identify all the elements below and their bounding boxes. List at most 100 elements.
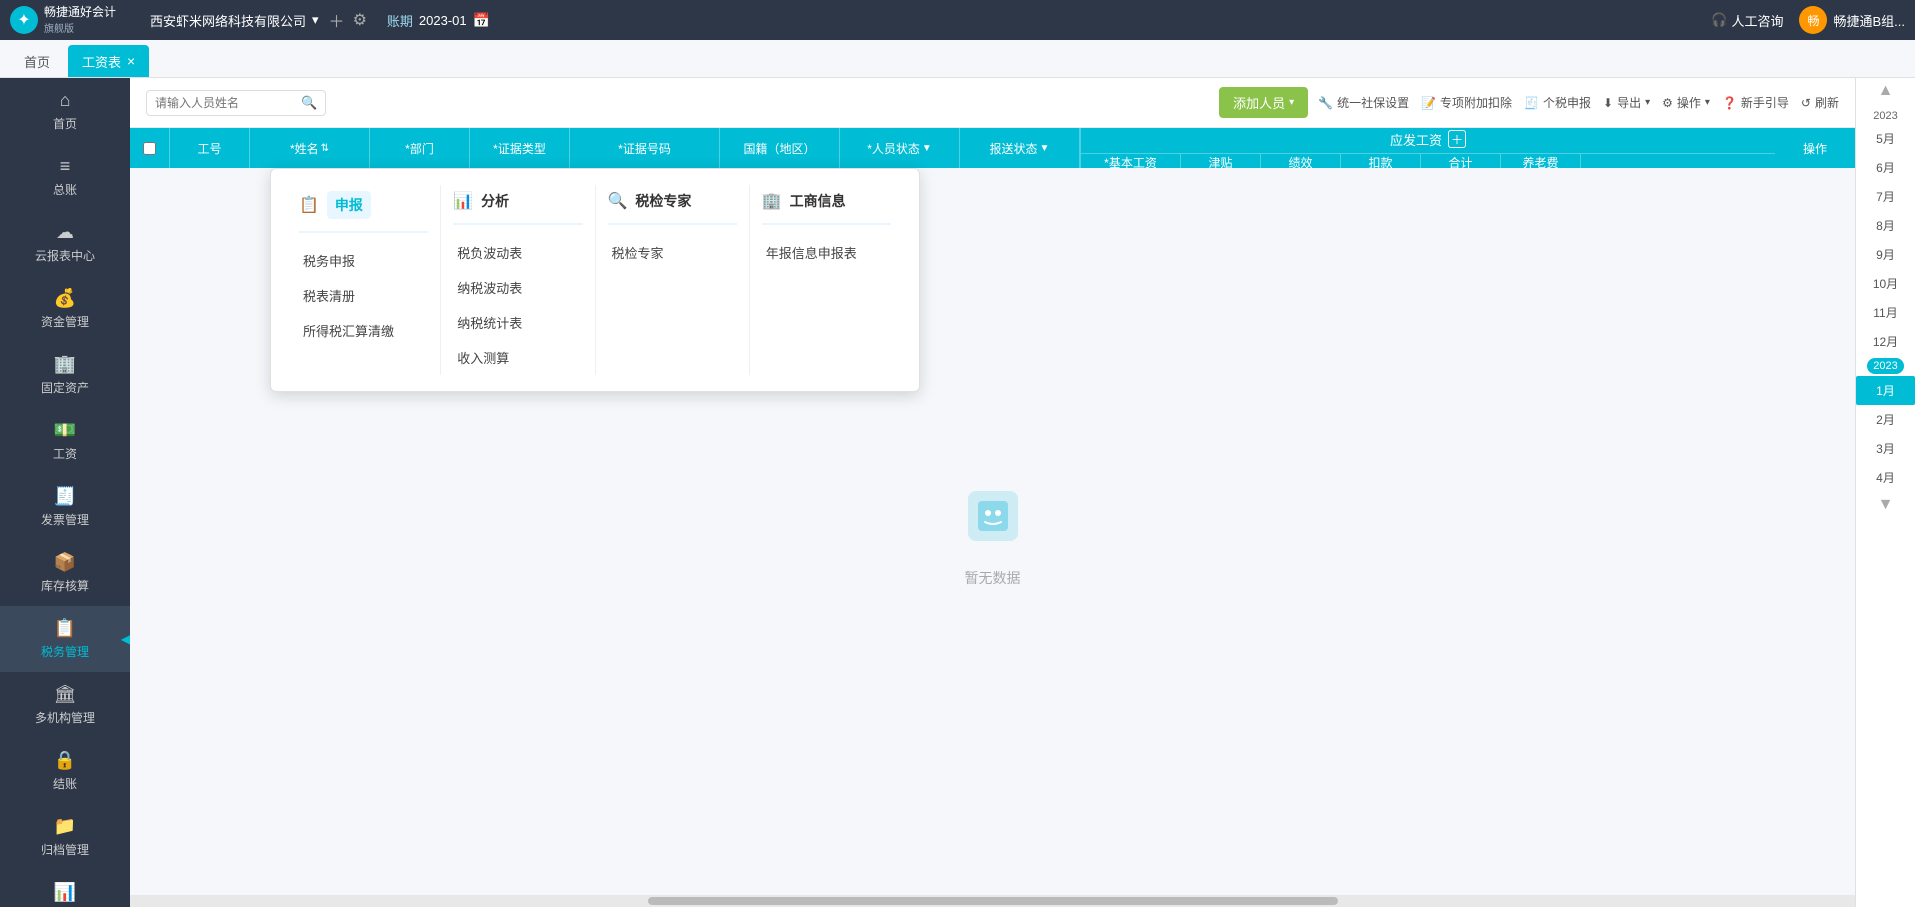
sidebar-item-invoice[interactable]: 🧾 发票管理 [0, 474, 130, 540]
settings-icon[interactable]: ⚙ [353, 10, 367, 30]
sidebar-item-archive[interactable]: 📁 归档管理 [0, 804, 130, 870]
scroll-bar-thumb[interactable] [648, 897, 1338, 905]
menu-item-annual-report[interactable]: 年报信息申报表 [762, 235, 891, 270]
th-report: 报送状态 ▼ [960, 128, 1080, 168]
personal-tax-btn[interactable]: 🧾 个税申报 [1524, 94, 1591, 111]
th-name-sort-icon[interactable]: ⇅ [321, 143, 329, 154]
sidebar-item-fixed-assets[interactable]: 🏢 固定资产 [0, 342, 130, 408]
scroll-bar[interactable] [130, 895, 1855, 907]
tab-close-icon[interactable]: × [127, 53, 135, 69]
special-deduction-btn[interactable]: 📝 专项附加扣除 [1421, 94, 1512, 111]
add-salary-col-icon[interactable]: ＋ [1448, 130, 1466, 148]
declare-section-icon: 📋 [299, 195, 319, 215]
sidebar-item-ledger[interactable]: ≡ 总账 [0, 144, 130, 210]
menu-item-income-estimate[interactable]: 收入测算 [453, 340, 582, 375]
empty-icon [953, 476, 1033, 556]
operations-icon: ⚙ [1662, 96, 1673, 110]
add-company-icon[interactable]: ＋ [329, 8, 345, 32]
export-btn[interactable]: ⬇ 导出 ▾ [1603, 94, 1650, 111]
add-person-button[interactable]: 添加人员 ▾ [1219, 87, 1308, 118]
guide-new-btn[interactable]: ❓ 新手引导 [1722, 94, 1789, 111]
company-selector[interactable]: 西安虾米网络科技有限公司 ▾ [150, 11, 319, 30]
operations-btn[interactable]: ⚙ 操作 ▾ [1662, 94, 1710, 111]
dropdown-menu: 📋 申报 税务申报 税表清册 所得税汇算清缴 📊 分析 税负波动表 纳税波动表 … [270, 168, 920, 392]
sidebar-item-multi-org[interactable]: 🏛 多机构管理 [0, 672, 130, 738]
sidebar-label-close: 结账 [53, 775, 77, 792]
th-dept: *部门 [370, 128, 470, 168]
cal-month-jun[interactable]: 6月 [1856, 153, 1915, 182]
search-icon[interactable]: 🔍 [301, 95, 317, 111]
sidebar-label-multi: 多机构管理 [35, 709, 95, 726]
cloud-icon: ☁ [56, 222, 74, 243]
section-header-declare: 📋 申报 [299, 185, 428, 233]
section-header-taxcheck: 🔍 税检专家 [608, 185, 737, 225]
th-id: 工号 [170, 128, 250, 168]
tab-salary[interactable]: 工资表 × [68, 45, 149, 77]
cal-nav-up[interactable]: ▲ [1878, 78, 1894, 104]
service-label: 人工咨询 [1731, 11, 1783, 30]
cal-month-feb[interactable]: 2月 [1856, 405, 1915, 434]
cal-month-oct[interactable]: 10月 [1856, 269, 1915, 298]
sidebar-item-home[interactable]: ⌂ 首页 [0, 78, 130, 144]
th-ops: 操作 [1775, 128, 1855, 168]
menu-item-income-tax-settlement[interactable]: 所得税汇算清缴 [299, 313, 428, 348]
guide-new-icon: ❓ [1722, 96, 1737, 110]
select-all-checkbox[interactable] [143, 142, 156, 155]
menu-item-tax-burden-fluctuation[interactable]: 税负波动表 [453, 235, 582, 270]
headset-icon: 🎧 [1711, 12, 1727, 28]
sidebar-label-inventory: 库存核算 [41, 577, 89, 594]
chevron-down-icon: ▾ [312, 12, 319, 28]
tab-home[interactable]: 首页 [10, 45, 64, 77]
sidebar-item-tax-mgmt[interactable]: 📋 税务管理 ◀ [0, 606, 130, 672]
fund-icon: 💰 [54, 288, 76, 309]
menu-item-taxcheck-expert[interactable]: 税检专家 [608, 235, 737, 270]
search-box: 🔍 [146, 90, 326, 116]
cal-month-jul[interactable]: 7月 [1856, 182, 1915, 211]
export-chevron-icon: ▾ [1645, 97, 1650, 108]
th-checkbox-col[interactable] [130, 128, 170, 168]
cal-month-nov[interactable]: 11月 [1856, 298, 1915, 327]
cal-month-jan-active[interactable]: 1月 [1856, 376, 1915, 405]
social-security-btn[interactable]: 🔧 统一社保设置 [1318, 94, 1409, 111]
th-report-filter-icon[interactable]: ▼ [1040, 143, 1050, 154]
search-input[interactable] [155, 96, 295, 110]
cal-month-apr[interactable]: 4月 [1856, 463, 1915, 492]
menu-item-tax-statistics[interactable]: 纳税统计表 [453, 305, 582, 340]
th-country: 国籍（地区） [720, 128, 840, 168]
cal-nav-down[interactable]: ▼ [1878, 492, 1894, 518]
empty-text: 暂无数据 [965, 568, 1021, 588]
special-deduction-icon: 📝 [1421, 96, 1436, 110]
menu-item-tax-payment-fluctuation[interactable]: 纳税波动表 [453, 270, 582, 305]
cal-month-sep[interactable]: 9月 [1856, 240, 1915, 269]
company-name: 西安虾米网络科技有限公司 [150, 11, 306, 30]
th-country-label: 国籍（地区） [743, 140, 815, 157]
sidebar-item-close-period[interactable]: 🔒 结账 [0, 738, 130, 804]
th-status: *人员状态 ▼ [840, 128, 960, 168]
sidebar-item-mini-report[interactable]: 📊 小畅报销 [0, 870, 130, 907]
app-title: 畅捷通好会计 [44, 5, 116, 19]
cal-year-badge: 2023 [1867, 358, 1903, 374]
service-btn[interactable]: 🎧 人工咨询 [1711, 11, 1783, 30]
th-status-filter-icon[interactable]: ▼ [922, 143, 932, 154]
special-deduction-label: 专项附加扣除 [1440, 94, 1512, 111]
cal-month-dec[interactable]: 12月 [1856, 327, 1915, 356]
sidebar-item-fund[interactable]: 💰 资金管理 [0, 276, 130, 342]
calendar-icon[interactable]: 📅 [473, 12, 490, 29]
th-dept-label: *部门 [405, 140, 434, 157]
menu-item-tax-register[interactable]: 税表清册 [299, 278, 428, 313]
dropdown-section-bizinfo: 🏢 工商信息 年报信息申报表 [750, 185, 903, 375]
sidebar-item-salary[interactable]: 💵 工资 [0, 408, 130, 474]
sidebar-item-cloud-report[interactable]: ☁ 云报表中心 [0, 210, 130, 276]
sidebar-label-fund: 资金管理 [41, 313, 89, 330]
sidebar-item-inventory[interactable]: 📦 库存核算 [0, 540, 130, 606]
cal-month-may[interactable]: 5月 [1856, 124, 1915, 153]
analysis-section-label: 分析 [481, 191, 509, 211]
menu-item-tax-declare[interactable]: 税务申报 [299, 243, 428, 278]
table-header-row1: 工号 *姓名 ⇅ *部门 *证据类型 *证据号码 国籍（地区） [130, 128, 1855, 168]
avatar: 畅 [1799, 6, 1827, 34]
period-value: 2023-01 [419, 13, 467, 28]
cal-month-mar[interactable]: 3月 [1856, 434, 1915, 463]
user-area[interactable]: 畅 畅捷通B组... [1799, 6, 1905, 34]
refresh-btn[interactable]: ↺ 刷新 [1801, 94, 1839, 111]
cal-month-aug[interactable]: 8月 [1856, 211, 1915, 240]
